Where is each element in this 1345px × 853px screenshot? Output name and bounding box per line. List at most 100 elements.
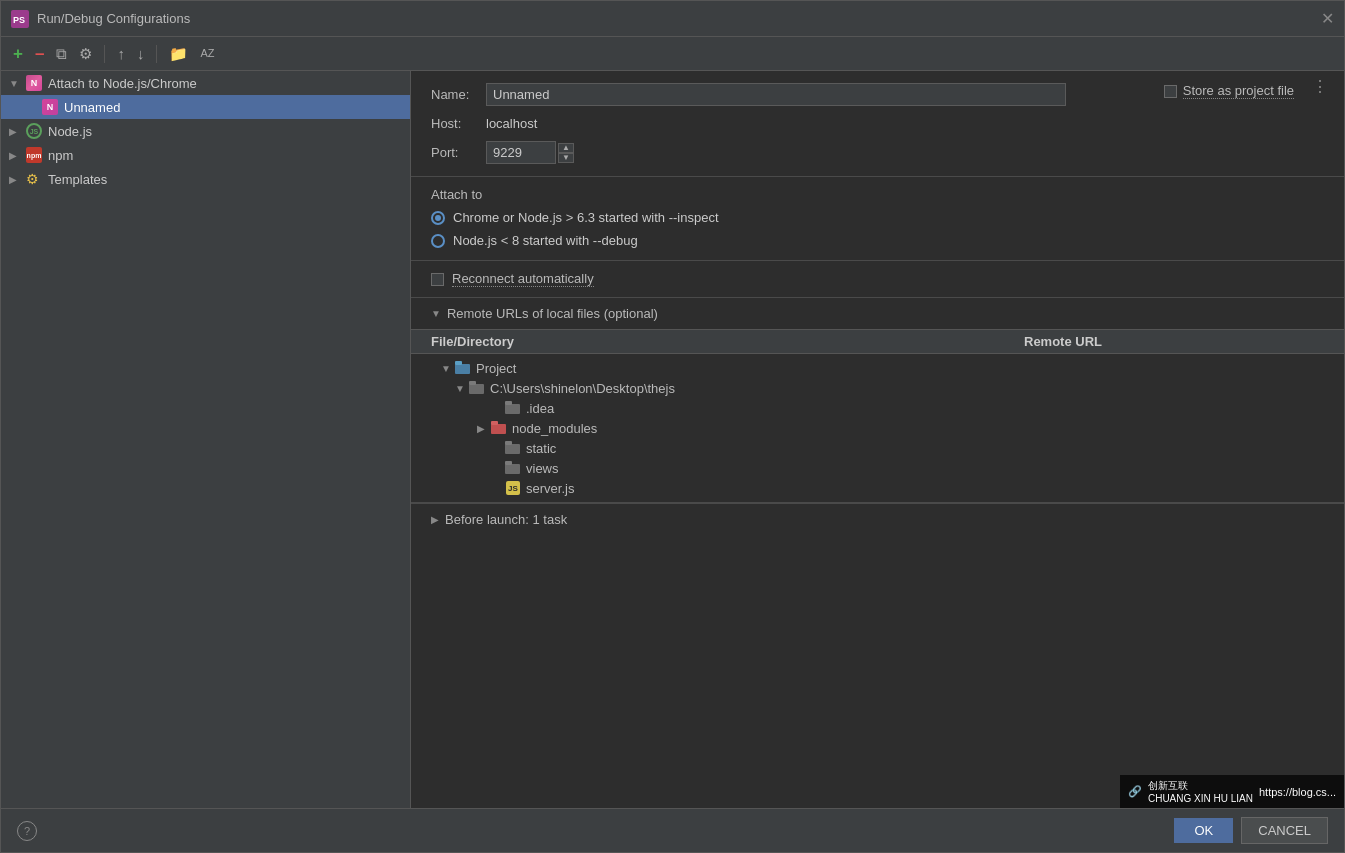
- svg-rect-2: [455, 364, 470, 374]
- footer: ? OK CANCEL: [1, 808, 1344, 852]
- store-project-label: Store as project file: [1183, 83, 1294, 99]
- idea-item[interactable]: .idea: [411, 398, 1344, 418]
- path-item[interactable]: ▼ C:\Users\shinelon\Desktop\thejs: [411, 378, 1344, 398]
- server-js-item[interactable]: JS server.js: [411, 478, 1344, 498]
- remote-urls-header[interactable]: ▼ Remote URLs of local files (optional): [411, 298, 1344, 329]
- npm-label: npm: [48, 148, 73, 163]
- project-folder-icon: [455, 360, 471, 376]
- templates-label: Templates: [48, 172, 107, 187]
- left-panel: ▼ N Attach to Node.js/Chrome N Unnamed ▶…: [1, 71, 411, 808]
- remove-button[interactable]: –: [31, 43, 48, 64]
- svg-text:PS: PS: [13, 15, 25, 25]
- port-input[interactable]: [486, 141, 556, 164]
- store-project-area: Store as project file: [1164, 83, 1294, 99]
- right-panel: Store as project file ⋮ Name: Host: loca…: [411, 71, 1344, 808]
- main-content: ▼ N Attach to Node.js/Chrome N Unnamed ▶…: [1, 71, 1344, 808]
- reconnect-label: Reconnect automatically: [452, 271, 594, 287]
- port-row: Port: ▲ ▼: [431, 141, 1324, 164]
- svg-rect-10: [505, 444, 520, 454]
- close-button[interactable]: ✕: [1321, 11, 1334, 27]
- col-url-header: Remote URL: [1024, 334, 1324, 349]
- svg-rect-6: [505, 404, 520, 414]
- nodejs-icon: JS: [25, 122, 43, 140]
- templates-icon: ⚙: [25, 170, 43, 188]
- dialog-title: Run/Debug Configurations: [37, 11, 190, 26]
- remote-urls-arrow: ▼: [431, 308, 441, 319]
- toolbar: + – ⧉ ⚙ ↑ ↓ 📁 AZ: [1, 37, 1344, 71]
- footer-right: OK CANCEL: [1174, 817, 1328, 844]
- radio-nodejs-label: Node.js < 8 started with --debug: [453, 233, 638, 248]
- nodejs-group[interactable]: ▶ JS Node.js: [1, 119, 410, 143]
- svg-rect-11: [505, 441, 512, 445]
- node-modules-arrow: ▶: [477, 423, 491, 434]
- folder-button[interactable]: 📁: [165, 44, 192, 63]
- add-button[interactable]: +: [9, 43, 27, 64]
- cancel-button[interactable]: CANCEL: [1241, 817, 1328, 844]
- port-up-button[interactable]: ▲: [558, 143, 574, 153]
- help-button[interactable]: ?: [17, 821, 37, 841]
- col-file-header: File/Directory: [431, 334, 1024, 349]
- idea-folder-icon: [505, 400, 521, 416]
- npm-group[interactable]: ▶ npm npm: [1, 143, 410, 167]
- unnamed-config-item[interactable]: N Unnamed: [1, 95, 410, 119]
- radio-chrome-label: Chrome or Node.js > 6.3 started with --i…: [453, 210, 719, 225]
- port-label: Port:: [431, 145, 486, 160]
- svg-rect-13: [505, 461, 512, 465]
- attach-child-icon: N: [41, 98, 59, 116]
- settings-button[interactable]: ⚙: [75, 44, 96, 63]
- more-options-button[interactable]: ⋮: [1312, 77, 1328, 96]
- footer-left: ?: [17, 821, 37, 841]
- before-launch-section[interactable]: ▶ Before launch: 1 task: [411, 503, 1344, 535]
- views-folder-icon: [505, 460, 521, 476]
- radio-nodejs-indicator: [431, 234, 445, 248]
- svg-rect-7: [505, 401, 512, 405]
- name-input[interactable]: [486, 83, 1066, 106]
- titlebar-left: PS Run/Debug Configurations: [11, 10, 190, 28]
- watermark-url: https://blog.cs...: [1259, 786, 1336, 798]
- copy-button[interactable]: ⧉: [52, 44, 71, 63]
- unnamed-label: Unnamed: [64, 100, 120, 115]
- sort-button[interactable]: AZ: [196, 46, 218, 61]
- static-item[interactable]: static: [411, 438, 1344, 458]
- group-arrow-npm: ▶: [9, 150, 25, 161]
- node-modules-label: node_modules: [512, 421, 597, 436]
- templates-group[interactable]: ▶ ⚙ Templates: [1, 167, 410, 191]
- svg-rect-12: [505, 464, 520, 474]
- file-table-header: File/Directory Remote URL: [411, 329, 1344, 354]
- run-debug-dialog: PS Run/Debug Configurations ✕ + – ⧉ ⚙ ↑ …: [0, 0, 1345, 853]
- svg-rect-5: [469, 381, 476, 385]
- views-label: views: [526, 461, 559, 476]
- watermark-text: 创新互联CHUANG XIN HU LIAN: [1148, 779, 1253, 804]
- move-up-button[interactable]: ↑: [113, 44, 129, 63]
- move-down-button[interactable]: ↓: [133, 44, 149, 63]
- node-modules-folder-icon: [491, 420, 507, 436]
- host-label: Host:: [431, 116, 486, 131]
- radio-option-chrome[interactable]: Chrome or Node.js > 6.3 started with --i…: [431, 210, 1324, 225]
- node-modules-item[interactable]: ▶ node_modules: [411, 418, 1344, 438]
- attach-nodejs-chrome-group[interactable]: ▼ N Attach to Node.js/Chrome: [1, 71, 410, 95]
- toolbar-separator: [104, 45, 105, 63]
- watermark-icon: 🔗: [1128, 785, 1142, 798]
- views-item[interactable]: views: [411, 458, 1344, 478]
- attach-to-label: Attach to: [431, 187, 482, 202]
- group-arrow-nodejs: ▶: [9, 126, 25, 137]
- project-item[interactable]: ▼ Project: [411, 358, 1344, 378]
- group-label: Attach to Node.js/Chrome: [48, 76, 197, 91]
- reconnect-row: Reconnect automatically: [411, 261, 1344, 298]
- attach-icon: N: [25, 74, 43, 92]
- npm-icon: npm: [25, 146, 43, 164]
- store-project-checkbox[interactable]: [1164, 85, 1177, 98]
- nodejs-label: Node.js: [48, 124, 92, 139]
- port-spinner: ▲ ▼: [558, 143, 574, 163]
- static-label: static: [526, 441, 556, 456]
- group-arrow: ▼: [9, 78, 25, 89]
- radio-option-nodejs[interactable]: Node.js < 8 started with --debug: [431, 233, 1324, 248]
- server-js-icon: JS: [505, 480, 521, 496]
- basic-settings-section: Store as project file ⋮ Name: Host: loca…: [411, 71, 1344, 177]
- ok-button[interactable]: OK: [1174, 818, 1233, 843]
- port-down-button[interactable]: ▼: [558, 153, 574, 163]
- attach-to-radios: Chrome or Node.js > 6.3 started with --i…: [411, 202, 1344, 260]
- file-tree: ▼ Project ▼: [411, 354, 1344, 502]
- toolbar-separator-2: [156, 45, 157, 63]
- reconnect-checkbox[interactable]: [431, 273, 444, 286]
